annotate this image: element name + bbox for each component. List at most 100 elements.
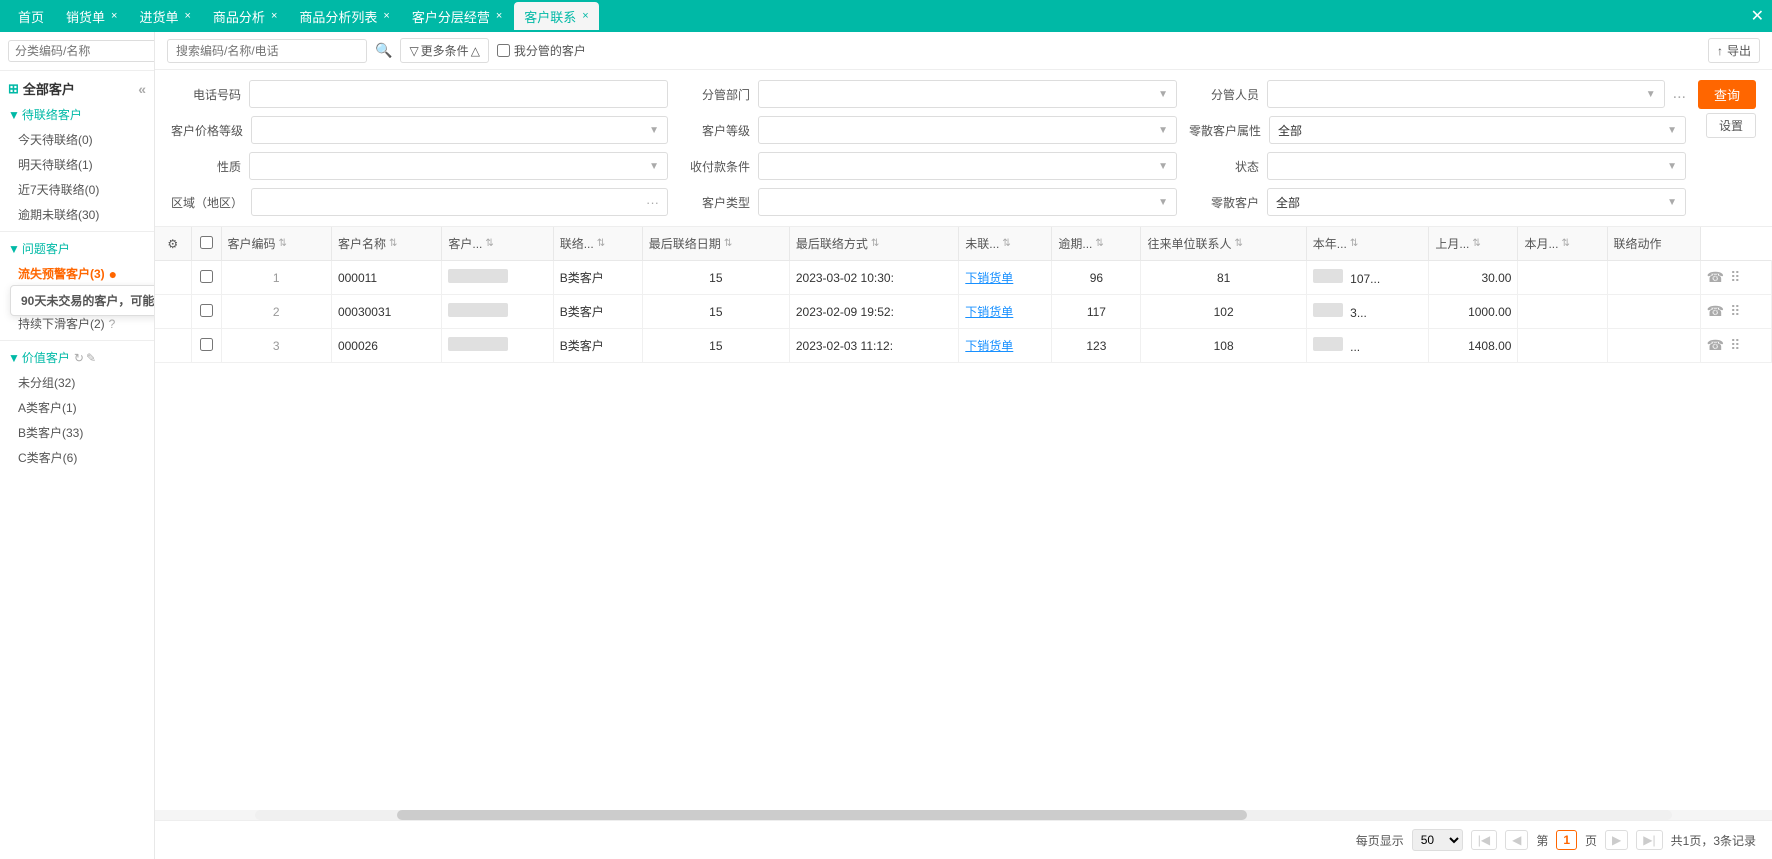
th-overdue[interactable]: 逾期... ⇅ — [1052, 227, 1141, 261]
query-button[interactable]: 查询 — [1698, 80, 1756, 109]
area-more-icon[interactable]: ··· — [646, 195, 659, 210]
sidebar-item-unclassified[interactable]: 未分组(32) — [0, 370, 154, 395]
per-page-select[interactable]: 50 20 100 — [1412, 829, 1463, 851]
person-more-icon[interactable]: ... — [1673, 85, 1686, 103]
th-uncontact[interactable]: 未联... ⇅ — [959, 227, 1052, 261]
last-page-button[interactable]: ▶| — [1636, 830, 1662, 850]
sidebar-item-overdue[interactable]: 逾期未联络(30) — [0, 202, 154, 227]
more-action-icon-1[interactable]: ⠿ — [1730, 303, 1740, 320]
th-checkbox[interactable] — [191, 227, 221, 261]
tab-product-analysis-close[interactable]: × — [271, 10, 277, 22]
tab-product-analysis-list-close[interactable]: × — [383, 10, 389, 22]
sidebar-group-pending[interactable]: ▼ 待联络客户 — [0, 102, 154, 127]
contact-icon-2[interactable]: ☎ — [1707, 337, 1724, 354]
prev-page-button[interactable]: ◀ — [1505, 830, 1528, 850]
churn-tooltip: 90天未交易的客户，可能有流失风险。 — [10, 285, 155, 316]
tab-purchase-order[interactable]: 进货单 × — [129, 2, 200, 30]
sidebar-item-today[interactable]: 今天待联络(0) — [0, 127, 154, 152]
row-checkbox-1[interactable] — [200, 304, 213, 317]
tab-product-analysis-list[interactable]: 商品分析列表 × — [289, 2, 399, 30]
tab-sales-order[interactable]: 销货单 × — [56, 2, 127, 30]
content-area: 🔍 ▽ 更多条件 △ 我分管的客户 ↑ 导出 — [155, 32, 1772, 859]
settings-icon[interactable]: ⚙ — [167, 237, 178, 251]
sidebar-group-problem[interactable]: ▼ 问题客户 — [0, 236, 154, 261]
sidebar-search-input[interactable] — [8, 40, 155, 62]
horizontal-scrollbar[interactable] — [255, 810, 1672, 820]
td-checkbox-0[interactable] — [191, 261, 221, 295]
contact-type-link-1[interactable]: 下销货单 — [965, 305, 1013, 319]
phone-input[interactable] — [249, 80, 668, 108]
customer-type-select[interactable]: ▼ — [758, 188, 1177, 216]
th-last-month[interactable]: 上月... ⇅ — [1429, 227, 1518, 261]
zero-attr-select[interactable]: 全部 ▼ — [1269, 116, 1686, 144]
th-this-year[interactable]: 本年... ⇅ — [1306, 227, 1429, 261]
edit-icon[interactable]: ✎ — [86, 351, 96, 365]
more-conditions-button[interactable]: ▽ 更多条件 △ — [400, 38, 488, 63]
area-select[interactable]: ··· — [251, 188, 668, 216]
row-checkbox-0[interactable] — [200, 270, 213, 283]
th-contact-person[interactable]: 往来单位联系人 ⇅ — [1141, 227, 1306, 261]
sidebar-all-customers[interactable]: ⊞ 全部客户 « — [0, 71, 154, 102]
first-page-button[interactable]: |◀ — [1471, 830, 1497, 850]
sidebar-item-b-class[interactable]: B类客户(33) — [0, 420, 154, 445]
zero-customer-select[interactable]: 全部 ▼ — [1267, 188, 1686, 216]
settings-button[interactable]: 设置 — [1706, 113, 1756, 138]
tab-customer-tier[interactable]: 客户分层经营 × — [402, 2, 512, 30]
tab-sales-order-close[interactable]: × — [111, 10, 117, 22]
td-last-type-1[interactable]: 下销货单 — [959, 295, 1052, 329]
th-last-type[interactable]: 最后联络方式 ⇅ — [789, 227, 958, 261]
contact-icon-0[interactable]: ☎ — [1707, 269, 1724, 286]
td-checkbox-2[interactable] — [191, 329, 221, 363]
tab-product-analysis[interactable]: 商品分析 × — [203, 2, 287, 30]
status-select[interactable]: ▼ — [1267, 152, 1686, 180]
sidebar-item-tomorrow-label: 明天待联络(1) — [18, 156, 93, 173]
th-code[interactable]: 客户编码 ⇅ — [221, 227, 331, 261]
home-tab[interactable]: 首页 — [8, 7, 54, 26]
sidebar-item-c-class[interactable]: C类客户(6) — [0, 445, 154, 470]
th-settings[interactable]: ⚙ — [155, 227, 191, 261]
sidebar-item-a-class[interactable]: A类客户(1) — [0, 395, 154, 420]
next-page-button[interactable]: ▶ — [1605, 830, 1628, 850]
person-select[interactable]: ▼ — [1267, 80, 1665, 108]
more-action-icon-0[interactable]: ⠿ — [1730, 269, 1740, 286]
td-checkbox-1[interactable] — [191, 295, 221, 329]
search-icon[interactable]: 🔍 — [375, 42, 392, 59]
my-customers-checkbox-label[interactable]: 我分管的客户 — [497, 42, 586, 59]
customer-level-select[interactable]: ▼ — [758, 116, 1177, 144]
dept-select[interactable]: ▼ — [758, 80, 1177, 108]
th-contact[interactable]: 联络... ⇅ — [553, 227, 642, 261]
export-button[interactable]: ↑ 导出 — [1708, 38, 1760, 63]
td-contact-2: 15 — [642, 329, 789, 363]
td-last-type-2[interactable]: 下销货单 — [959, 329, 1052, 363]
tab-customer-contact[interactable]: 客户联系 × — [514, 2, 598, 30]
payment-select[interactable]: ▼ — [758, 152, 1177, 180]
sidebar-item-churn-warning[interactable]: 流失预警客户(3) ● 90天未交易的客户，可能有流失风险。 — [0, 261, 154, 286]
sidebar-group-value[interactable]: ▼ 价值客户 ↻ ✎ — [0, 345, 154, 370]
window-close-button[interactable]: ✕ — [1751, 6, 1764, 26]
contact-icon-1[interactable]: ☎ — [1707, 303, 1724, 320]
my-customers-checkbox[interactable] — [497, 44, 510, 57]
td-this-year-1: 1000.00 — [1429, 295, 1518, 329]
search-input[interactable] — [167, 39, 367, 63]
sidebar-item-7days[interactable]: 近7天待联络(0) — [0, 177, 154, 202]
td-overdue-1: 102 — [1141, 295, 1306, 329]
refresh-icon[interactable]: ↻ — [74, 351, 84, 365]
row-checkbox-2[interactable] — [200, 338, 213, 351]
th-this-month[interactable]: 本月... ⇅ — [1518, 227, 1607, 261]
select-all-checkbox[interactable] — [200, 236, 213, 249]
th-name[interactable]: 客户名称 ⇅ — [331, 227, 441, 261]
th-type[interactable]: 客户... ⇅ — [442, 227, 553, 261]
tab-customer-tier-close[interactable]: × — [496, 10, 502, 22]
more-action-icon-2[interactable]: ⠿ — [1730, 337, 1740, 354]
tab-purchase-order-close[interactable]: × — [184, 10, 190, 22]
contact-type-link-2[interactable]: 下销货单 — [965, 339, 1013, 353]
contact-type-link-0[interactable]: 下销货单 — [965, 271, 1013, 285]
sidebar-collapse-icon[interactable]: « — [138, 81, 146, 97]
gender-select[interactable]: ▼ — [249, 152, 668, 180]
tab-customer-contact-close[interactable]: × — [582, 10, 588, 22]
th-last-date[interactable]: 最后联络日期 ⇅ — [642, 227, 789, 261]
sidebar-item-tomorrow[interactable]: 明天待联络(1) — [0, 152, 154, 177]
td-this-year-2: 1408.00 — [1429, 329, 1518, 363]
price-level-select[interactable]: ▼ — [251, 116, 668, 144]
td-last-type-0[interactable]: 下销货单 — [959, 261, 1052, 295]
